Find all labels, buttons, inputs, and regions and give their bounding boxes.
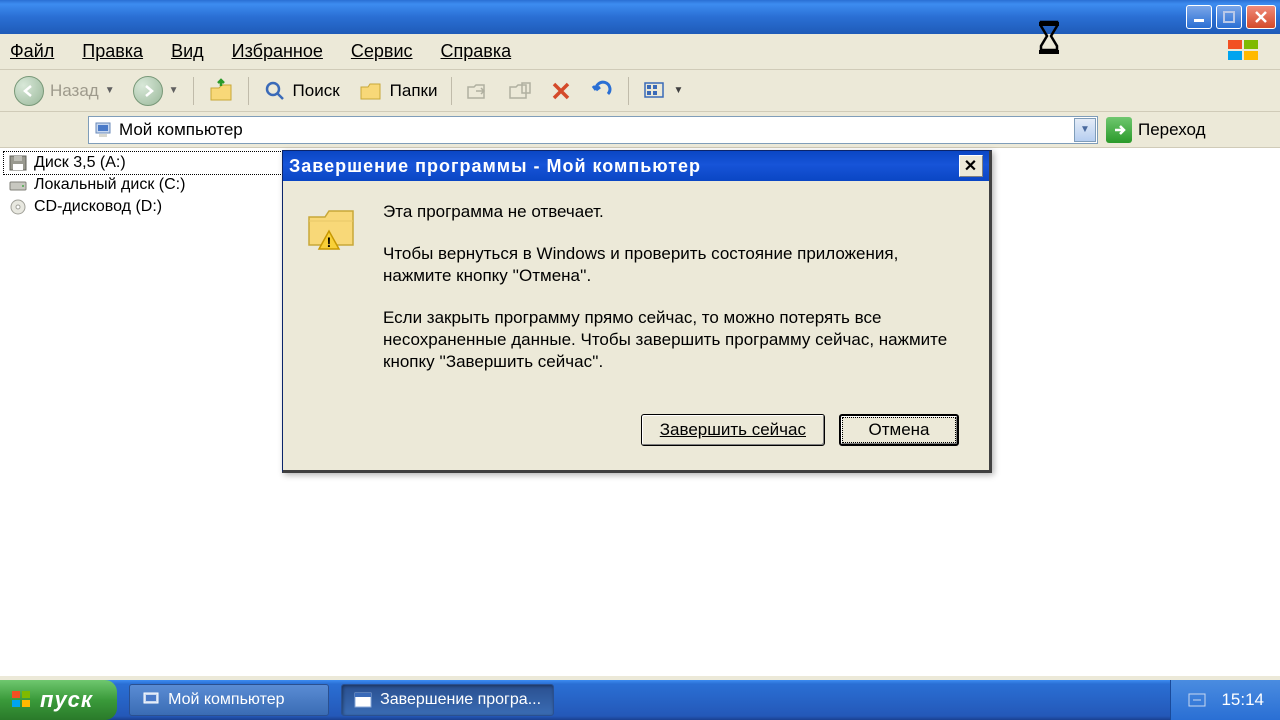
go-label: Переход	[1138, 120, 1206, 140]
go-button[interactable]: Переход	[1106, 117, 1206, 143]
taskbar: пуск Мой компьютер Завершение програ... …	[0, 680, 1280, 720]
menu-view[interactable]: Вид	[171, 41, 204, 62]
dialog-text-line: Если закрыть программу прямо сейчас, то …	[383, 307, 959, 373]
tree-item-label: Локальный диск (C:)	[34, 176, 185, 194]
windows-flag-icon	[10, 689, 34, 711]
busy-cursor-icon	[1035, 20, 1063, 56]
hard-disk-icon	[8, 176, 28, 194]
views-dropdown-icon: ▼	[673, 85, 683, 96]
tray-icon	[1187, 692, 1207, 708]
go-arrow-icon	[1106, 117, 1132, 143]
tree-item-floppy[interactable]: Диск 3,5 (A:)	[4, 152, 286, 174]
system-tray[interactable]: 15:14	[1170, 680, 1280, 720]
clock: 15:14	[1221, 690, 1264, 710]
dialog-close-button[interactable]: ✕	[959, 155, 983, 177]
start-label: пуск	[40, 687, 93, 713]
computer-icon	[142, 691, 160, 709]
folder-up-icon	[208, 78, 234, 104]
menu-file[interactable]: Файл	[10, 41, 54, 62]
window-titlebar	[0, 0, 1280, 34]
forward-button[interactable]: ▼	[127, 74, 185, 108]
back-button[interactable]: Назад ▼	[8, 74, 121, 108]
dialog-message: Эта программа не отвечает. Чтобы вернуть…	[383, 201, 959, 394]
floppy-disk-icon	[8, 154, 28, 172]
undo-button[interactable]	[584, 74, 620, 108]
tree-item-label: Диск 3,5 (A:)	[34, 154, 126, 172]
up-button[interactable]	[202, 74, 240, 108]
search-button[interactable]: Поиск	[257, 74, 346, 108]
windows-logo-icon	[1224, 36, 1272, 66]
forward-dropdown-icon: ▼	[169, 85, 179, 96]
address-input[interactable]: Мой компьютер ▼	[88, 116, 1098, 144]
undo-icon	[590, 80, 614, 102]
toolbar: Назад ▼ ▼ Поиск Папки ▼	[0, 70, 1280, 112]
start-button[interactable]: пуск	[0, 680, 117, 720]
dialog-warning-icon: !	[303, 201, 363, 394]
computer-icon	[93, 120, 113, 140]
maximize-button[interactable]	[1216, 5, 1242, 29]
folders-label: Папки	[390, 81, 438, 101]
search-icon	[263, 79, 287, 103]
folder-tree: Диск 3,5 (A:) Локальный диск (C:) CD-дис…	[0, 148, 290, 676]
copy-to-button[interactable]	[502, 74, 538, 108]
dialog-text-line: Чтобы вернуться в Windows и проверить со…	[383, 243, 959, 287]
back-arrow-icon	[14, 76, 44, 106]
end-now-button[interactable]: Завершить сейчас	[641, 414, 825, 446]
minimize-button[interactable]	[1186, 5, 1212, 29]
delete-x-icon	[550, 80, 572, 102]
folders-button[interactable]: Папки	[352, 74, 444, 108]
svg-text:!: !	[327, 234, 332, 250]
taskbar-item-label: Завершение програ...	[380, 691, 541, 709]
close-button[interactable]	[1246, 5, 1276, 29]
forward-arrow-icon	[133, 76, 163, 106]
menu-tools[interactable]: Сервис	[351, 41, 413, 62]
folders-icon	[358, 79, 384, 103]
cd-drive-icon	[8, 198, 28, 216]
move-to-icon	[466, 80, 490, 102]
taskbar-item-label: Мой компьютер	[168, 691, 284, 709]
menu-edit[interactable]: Правка	[82, 41, 143, 62]
back-label: Назад	[50, 81, 99, 101]
views-button[interactable]: ▼	[637, 74, 689, 108]
menu-help[interactable]: Справка	[441, 41, 512, 62]
cancel-button[interactable]: Отмена	[839, 414, 959, 446]
delete-button[interactable]	[544, 74, 578, 108]
tree-item-cd[interactable]: CD-дисковод (D:)	[4, 196, 286, 218]
tree-item-hdd[interactable]: Локальный диск (C:)	[4, 174, 286, 196]
address-text: Мой компьютер	[119, 120, 243, 140]
address-dropdown-button[interactable]: ▼	[1074, 118, 1096, 142]
dialog-titlebar: Завершение программы - Мой компьютер ✕	[283, 151, 989, 181]
taskbar-item[interactable]: Завершение програ...	[341, 684, 554, 716]
back-dropdown-icon: ▼	[105, 85, 115, 96]
dialog-title-text: Завершение программы - Мой компьютер	[289, 156, 701, 177]
copy-to-icon	[508, 80, 532, 102]
search-label: Поиск	[293, 81, 340, 101]
address-bar: Мой компьютер ▼ Переход	[0, 112, 1280, 148]
taskbar-item[interactable]: Мой компьютер	[129, 684, 329, 716]
window-icon	[354, 692, 372, 708]
menu-favorites[interactable]: Избранное	[232, 41, 323, 62]
move-to-button[interactable]	[460, 74, 496, 108]
menu-bar: Файл Правка Вид Избранное Сервис Справка	[0, 34, 1280, 70]
dialog-text-line: Эта программа не отвечает.	[383, 201, 959, 223]
tree-item-label: CD-дисковод (D:)	[34, 198, 162, 216]
views-icon	[643, 80, 667, 102]
end-program-dialog: Завершение программы - Мой компьютер ✕ !…	[282, 150, 992, 473]
